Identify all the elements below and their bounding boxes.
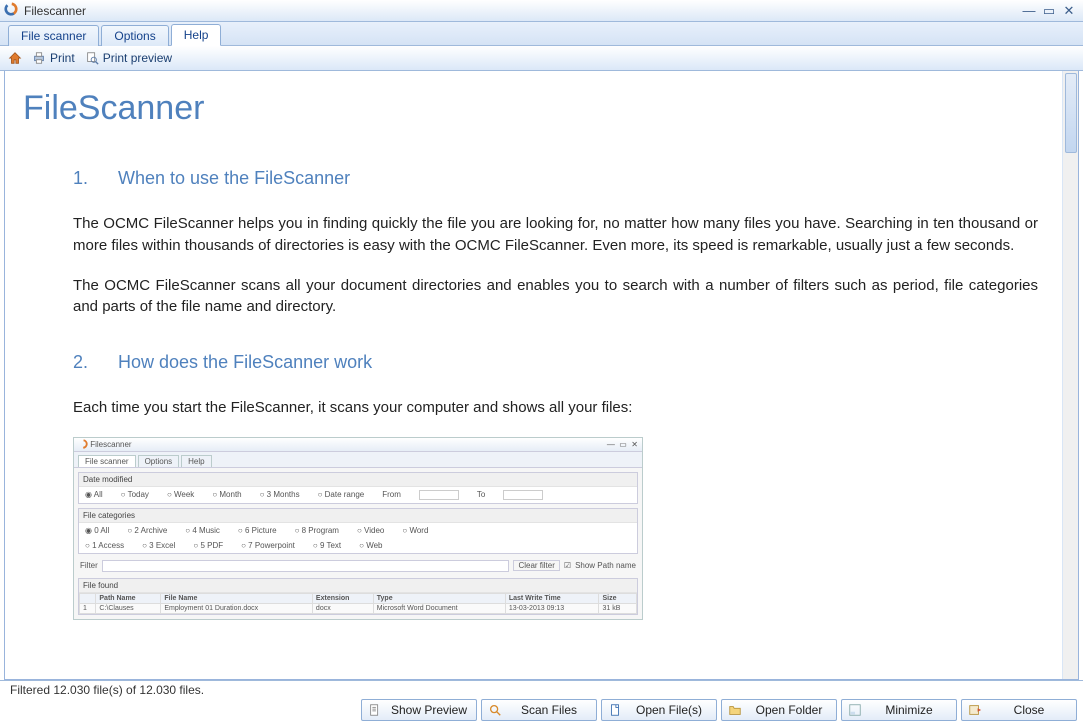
titlebar: Filescanner — ▭ ✕: [0, 0, 1083, 22]
embedded-screenshot: Filescanner — ▭ ✕ File scanner Options H…: [73, 437, 643, 620]
shot-radio: 4 Music: [185, 526, 220, 535]
statusbar: Filtered 12.030 file(s) of 12.030 files.…: [0, 680, 1083, 722]
section-heading: 2. How does the FileScanner work: [73, 352, 1038, 373]
help-viewport: FileScanner 1. When to use the FileScann…: [4, 71, 1079, 680]
scan-files-button[interactable]: Scan Files: [481, 699, 597, 721]
shot-radio: 6 Picture: [238, 526, 277, 535]
open-folder-button[interactable]: Open Folder: [721, 699, 837, 721]
shot-clear-filter: Clear filter: [513, 560, 559, 571]
section-number: 2.: [73, 352, 113, 373]
shot-radio: Video: [357, 526, 384, 535]
button-label: Scan Files: [508, 703, 590, 717]
shot-title: Filescanner: [90, 440, 131, 449]
shot-radio: Month: [212, 490, 241, 500]
home-button[interactable]: [8, 51, 22, 65]
show-preview-button[interactable]: Show Preview: [361, 699, 477, 721]
minimize-window-button[interactable]: —: [1019, 3, 1039, 18]
main-tabs: File scanner Options Help: [0, 22, 1083, 46]
print-label: Print: [50, 51, 75, 65]
status-text: Filtered 12.030 file(s) of 12.030 files.: [0, 681, 1083, 699]
button-label: Open Folder: [748, 703, 830, 717]
button-row: Show Preview Scan Files Open File(s) Ope…: [0, 699, 1083, 723]
shot-radio: 3 Months: [260, 490, 300, 500]
magnifier-icon: [488, 703, 502, 717]
button-label: Open File(s): [628, 703, 710, 717]
shot-radio: 3 Excel: [142, 541, 175, 550]
print-button[interactable]: Print: [32, 51, 75, 65]
close-button[interactable]: Close: [961, 699, 1077, 721]
section-number: 1.: [73, 168, 113, 189]
shot-files-label: File found: [79, 579, 637, 593]
home-icon: [8, 51, 22, 65]
shot-radio: 7 Powerpoint: [241, 541, 295, 550]
section-para: The OCMC FileScanner scans all your docu…: [73, 275, 1038, 319]
print-preview-icon: [85, 51, 99, 65]
help-content: FileScanner 1. When to use the FileScann…: [5, 71, 1062, 679]
close-app-icon: [968, 703, 982, 717]
app-logo-icon: [4, 2, 18, 19]
shot-radio: 5 PDF: [193, 541, 223, 550]
file-icon: [608, 703, 622, 717]
tab-help[interactable]: Help: [171, 24, 222, 46]
section-heading: 1. When to use the FileScanner: [73, 168, 1038, 189]
tab-file-scanner[interactable]: File scanner: [8, 25, 99, 46]
shot-radio: 0 All: [85, 526, 109, 535]
shot-filter-label: Filter: [80, 561, 98, 570]
scrollbar[interactable]: [1062, 71, 1078, 679]
shot-files-table: Path Name File Name Extension Type Last …: [79, 593, 637, 614]
button-label: Minimize: [868, 703, 950, 717]
section-para: The OCMC FileScanner helps you in findin…: [73, 213, 1038, 257]
shot-radio: Today: [121, 490, 149, 500]
shot-radio: Word: [402, 526, 428, 535]
button-label: Close: [988, 703, 1070, 717]
shot-to-label: To: [477, 490, 485, 500]
scrollbar-thumb[interactable]: [1065, 73, 1077, 153]
section-title: When to use the FileScanner: [118, 168, 350, 188]
close-window-button[interactable]: ✕: [1059, 3, 1079, 19]
maximize-window-button[interactable]: ▭: [1039, 3, 1059, 19]
shot-radio: Week: [167, 490, 194, 500]
shot-radio: Web: [359, 541, 382, 550]
shot-tab: Help: [181, 455, 211, 467]
button-label: Show Preview: [388, 703, 470, 717]
shot-tab: Options: [138, 455, 180, 467]
open-files-button[interactable]: Open File(s): [601, 699, 717, 721]
tab-options[interactable]: Options: [101, 25, 168, 46]
shot-filter-input: [102, 560, 510, 572]
shot-tab: File scanner: [78, 455, 136, 467]
minimize-icon: [848, 703, 862, 717]
folder-icon: [728, 703, 742, 717]
window-title: Filescanner: [24, 4, 1019, 18]
shot-group-label: File categories: [79, 509, 637, 523]
minimize-button[interactable]: Minimize: [841, 699, 957, 721]
document-icon: [368, 703, 382, 717]
shot-radio: 9 Text: [313, 541, 341, 550]
shot-radio: 2 Archive: [127, 526, 167, 535]
print-preview-button[interactable]: Print preview: [85, 51, 172, 65]
doc-h1: FileScanner: [23, 89, 1058, 128]
toolbar: Print Print preview: [0, 46, 1083, 71]
section-title: How does the FileScanner work: [118, 352, 372, 372]
section-how: 2. How does the FileScanner work Each ti…: [73, 352, 1038, 620]
shot-radio: 8 Program: [295, 526, 339, 535]
section-when: 1. When to use the FileScanner The OCMC …: [73, 168, 1038, 318]
shot-from-label: From: [382, 490, 401, 500]
printer-icon: [32, 51, 46, 65]
shot-radio: 1 Access: [85, 541, 124, 550]
section-para: Each time you start the FileScanner, it …: [73, 397, 1038, 419]
shot-radio: All: [85, 490, 103, 500]
shot-radio: Date range: [318, 490, 365, 500]
shot-show-path: Show Path name: [575, 561, 636, 570]
print-preview-label: Print preview: [103, 51, 172, 65]
shot-group-label: Date modified: [79, 473, 637, 487]
